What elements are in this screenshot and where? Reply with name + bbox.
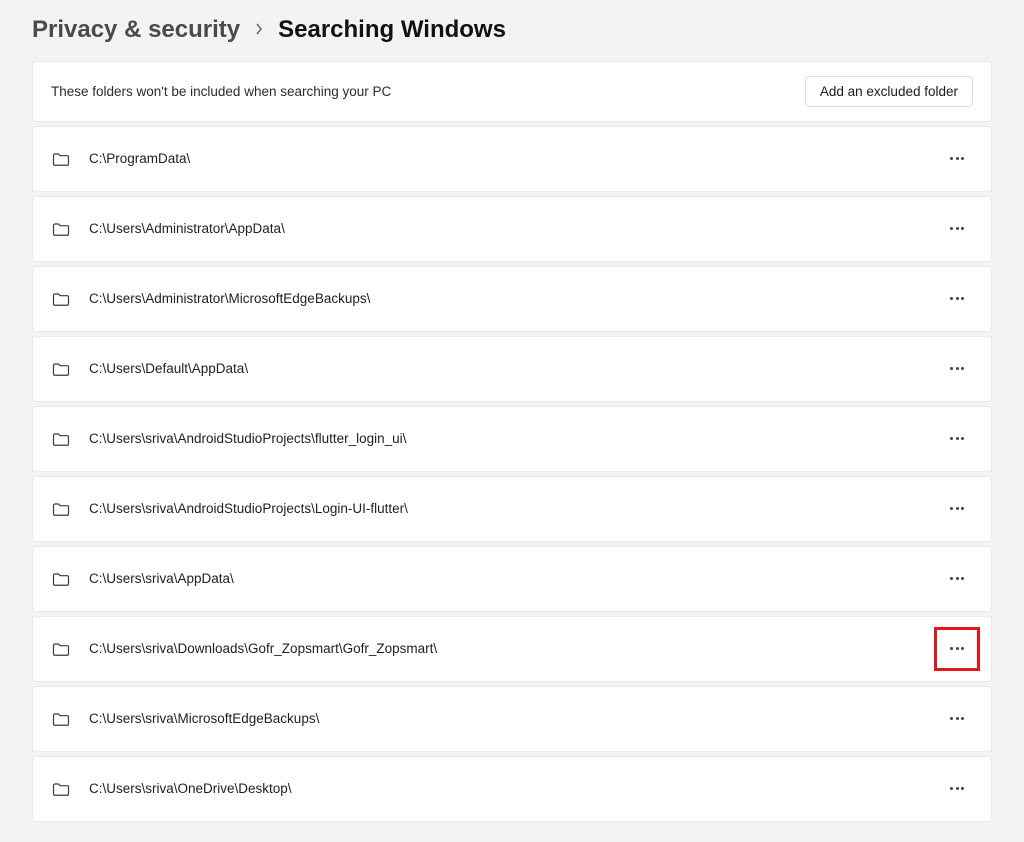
excluded-folder-row: C:\Users\sriva\Downloads\Gofr_Zopsmart\G… [32,616,992,682]
more-button-wrap [941,774,973,804]
folder-icon [51,639,71,659]
folder-path: C:\Users\sriva\Downloads\Gofr_Zopsmart\G… [89,641,923,656]
more-options-button[interactable] [942,431,972,446]
folder-icon [51,149,71,169]
excluded-folder-row: C:\Users\sriva\MicrosoftEdgeBackups\ [32,686,992,752]
excluded-folder-row: C:\Users\Administrator\AppData\ [32,196,992,262]
breadcrumb-parent[interactable]: Privacy & security [32,16,240,45]
more-options-button[interactable] [942,291,972,306]
excluded-description: These folders won't be included when sea… [51,84,391,99]
more-button-wrap [941,214,973,244]
excluded-folder-row: C:\Users\sriva\AppData\ [32,546,992,612]
more-horizontal-icon [950,577,964,580]
folder-path: C:\Users\sriva\OneDrive\Desktop\ [89,781,923,796]
more-options-button[interactable] [942,151,972,166]
excluded-folder-row: C:\Users\Default\AppData\ [32,336,992,402]
folder-path: C:\Users\sriva\AppData\ [89,571,923,586]
folder-path: C:\Users\sriva\AndroidStudioProjects\Log… [89,501,923,516]
folder-path: C:\Users\sriva\AndroidStudioProjects\flu… [89,431,923,446]
more-options-button[interactable] [942,641,972,656]
folder-path: C:\Users\Default\AppData\ [89,361,923,376]
add-excluded-folder-button[interactable]: Add an excluded folder [805,76,973,107]
more-horizontal-icon [950,157,964,160]
folder-icon [51,219,71,239]
more-horizontal-icon [950,787,964,790]
more-options-button[interactable] [942,781,972,796]
folder-path: C:\ProgramData\ [89,151,923,166]
more-button-wrap [941,564,973,594]
more-horizontal-icon [950,647,964,650]
folder-path: C:\Users\Administrator\AppData\ [89,221,923,236]
more-button-wrap [941,424,973,454]
excluded-folder-row: C:\Users\sriva\OneDrive\Desktop\ [32,756,992,822]
folder-icon [51,289,71,309]
breadcrumb-current: Searching Windows [278,16,506,45]
excluded-folder-row: C:\Users\sriva\AndroidStudioProjects\flu… [32,406,992,472]
folder-icon [51,359,71,379]
breadcrumb: Privacy & security Searching Windows [32,16,992,45]
chevron-right-icon [254,21,264,40]
more-options-button[interactable] [942,711,972,726]
more-button-wrap [941,284,973,314]
more-button-wrap [941,354,973,384]
excluded-folder-row: C:\ProgramData\ [32,126,992,192]
folder-icon [51,569,71,589]
more-options-button[interactable] [942,571,972,586]
more-horizontal-icon [950,297,964,300]
more-options-button[interactable] [942,221,972,236]
excluded-folder-row: C:\Users\sriva\AndroidStudioProjects\Log… [32,476,992,542]
folder-path: C:\Users\Administrator\MicrosoftEdgeBack… [89,291,923,306]
folder-icon [51,429,71,449]
more-horizontal-icon [950,367,964,370]
more-horizontal-icon [950,507,964,510]
more-horizontal-icon [950,227,964,230]
excluded-header-panel: These folders won't be included when sea… [32,61,992,122]
folder-icon [51,709,71,729]
more-options-button[interactable] [942,501,972,516]
more-horizontal-icon [950,437,964,440]
excluded-folder-row: C:\Users\Administrator\MicrosoftEdgeBack… [32,266,992,332]
more-button-wrap [941,144,973,174]
more-options-button[interactable] [942,361,972,376]
more-button-wrap [941,494,973,524]
more-horizontal-icon [950,717,964,720]
more-button-wrap [941,634,973,664]
folder-path: C:\Users\sriva\MicrosoftEdgeBackups\ [89,711,923,726]
folder-icon [51,779,71,799]
more-button-wrap [941,704,973,734]
folder-icon [51,499,71,519]
